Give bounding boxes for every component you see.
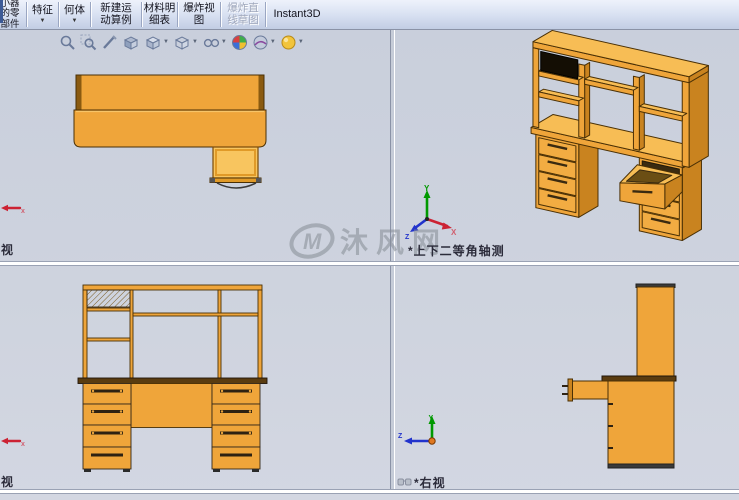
view-style-icon <box>397 477 412 487</box>
axis-y-label: Y <box>424 185 430 193</box>
viewport-label-top-left: 视 <box>1 241 14 258</box>
viewport-label-bottom-left: 视 <box>1 473 14 490</box>
axis-y-label: Y <box>429 415 434 422</box>
dropdown-arrow-icon: ▼ <box>298 39 304 45</box>
graphics-bottom-edge <box>0 489 739 494</box>
clipped-icon <box>0 0 3 23</box>
viewport-label-top-right: *上下二等角轴测 <box>408 242 505 259</box>
clipped-triad-fragment: x <box>0 433 30 451</box>
toolbar-button-new-motion-study[interactable]: 新建运 动算例 <box>91 0 141 29</box>
desk-model-top-view[interactable] <box>60 68 272 198</box>
clipped-triad-fragment: x <box>0 200 30 218</box>
dropdown-arrow-icon: ▼ <box>40 18 46 24</box>
dropdown-arrow-icon: ▼ <box>72 18 78 24</box>
right-view-triad: Y Z <box>398 412 448 464</box>
apply-scene-icon[interactable]: ▼ <box>251 32 277 52</box>
viewport-label-bottom-right: *右视 <box>414 474 446 491</box>
toolbar-button-label: 小器 的零 部件 <box>0 0 19 29</box>
watermark-logo: M <box>303 229 322 254</box>
zoom-to-area-icon[interactable] <box>79 32 98 52</box>
heads-up-view-toolbar: ▼ ▼ ▼ ▼ ▼ <box>58 32 305 52</box>
toolbar-button-components-clipped[interactable]: 小器 的零 部件 <box>0 0 26 29</box>
dropdown-arrow-icon: ▼ <box>221 39 227 45</box>
desk-right-view-shapes <box>562 284 676 468</box>
section-view-icon[interactable] <box>121 32 141 52</box>
desk-model-dimetric[interactable] <box>500 26 739 242</box>
view-settings-icon[interactable]: ▼ <box>279 32 305 52</box>
dropdown-arrow-icon: ▼ <box>192 39 198 45</box>
view-orientation-icon[interactable]: ▼ <box>143 32 170 52</box>
previous-view-icon[interactable] <box>100 32 119 52</box>
axis-x-label: x <box>21 441 25 448</box>
edit-appearance-icon[interactable] <box>230 32 249 52</box>
toolbar-button-body[interactable]: 何体 ▼ <box>59 0 90 29</box>
desk-top-view-shapes <box>74 75 266 188</box>
toolbar-button-features[interactable]: 特征 ▼ <box>27 0 58 29</box>
dropdown-arrow-icon: ▼ <box>270 39 276 45</box>
toolbar-button-instant3d[interactable]: Instant3D <box>266 0 328 29</box>
hide-show-items-icon[interactable]: ▼ <box>201 32 228 52</box>
toolbar-button-explode-line-sketch: 爆炸直 线草图 <box>221 0 265 29</box>
toolbar-button-bill-of-materials[interactable]: 材料明 细表 <box>142 0 177 29</box>
desk-model-right-view[interactable] <box>555 282 690 474</box>
desk-dimetric-shapes <box>531 30 708 240</box>
dropdown-arrow-icon: ▼ <box>163 39 169 45</box>
display-style-icon[interactable]: ▼ <box>172 32 199 52</box>
axis-z-label: Z <box>398 433 403 440</box>
desk-model-front-view[interactable] <box>60 282 305 477</box>
zoom-to-fit-icon[interactable] <box>58 32 77 52</box>
desk-front-view-shapes <box>78 285 267 472</box>
axis-x-label: x <box>21 208 25 215</box>
toolbar-button-exploded-view[interactable]: 爆炸视 图 <box>178 0 220 29</box>
